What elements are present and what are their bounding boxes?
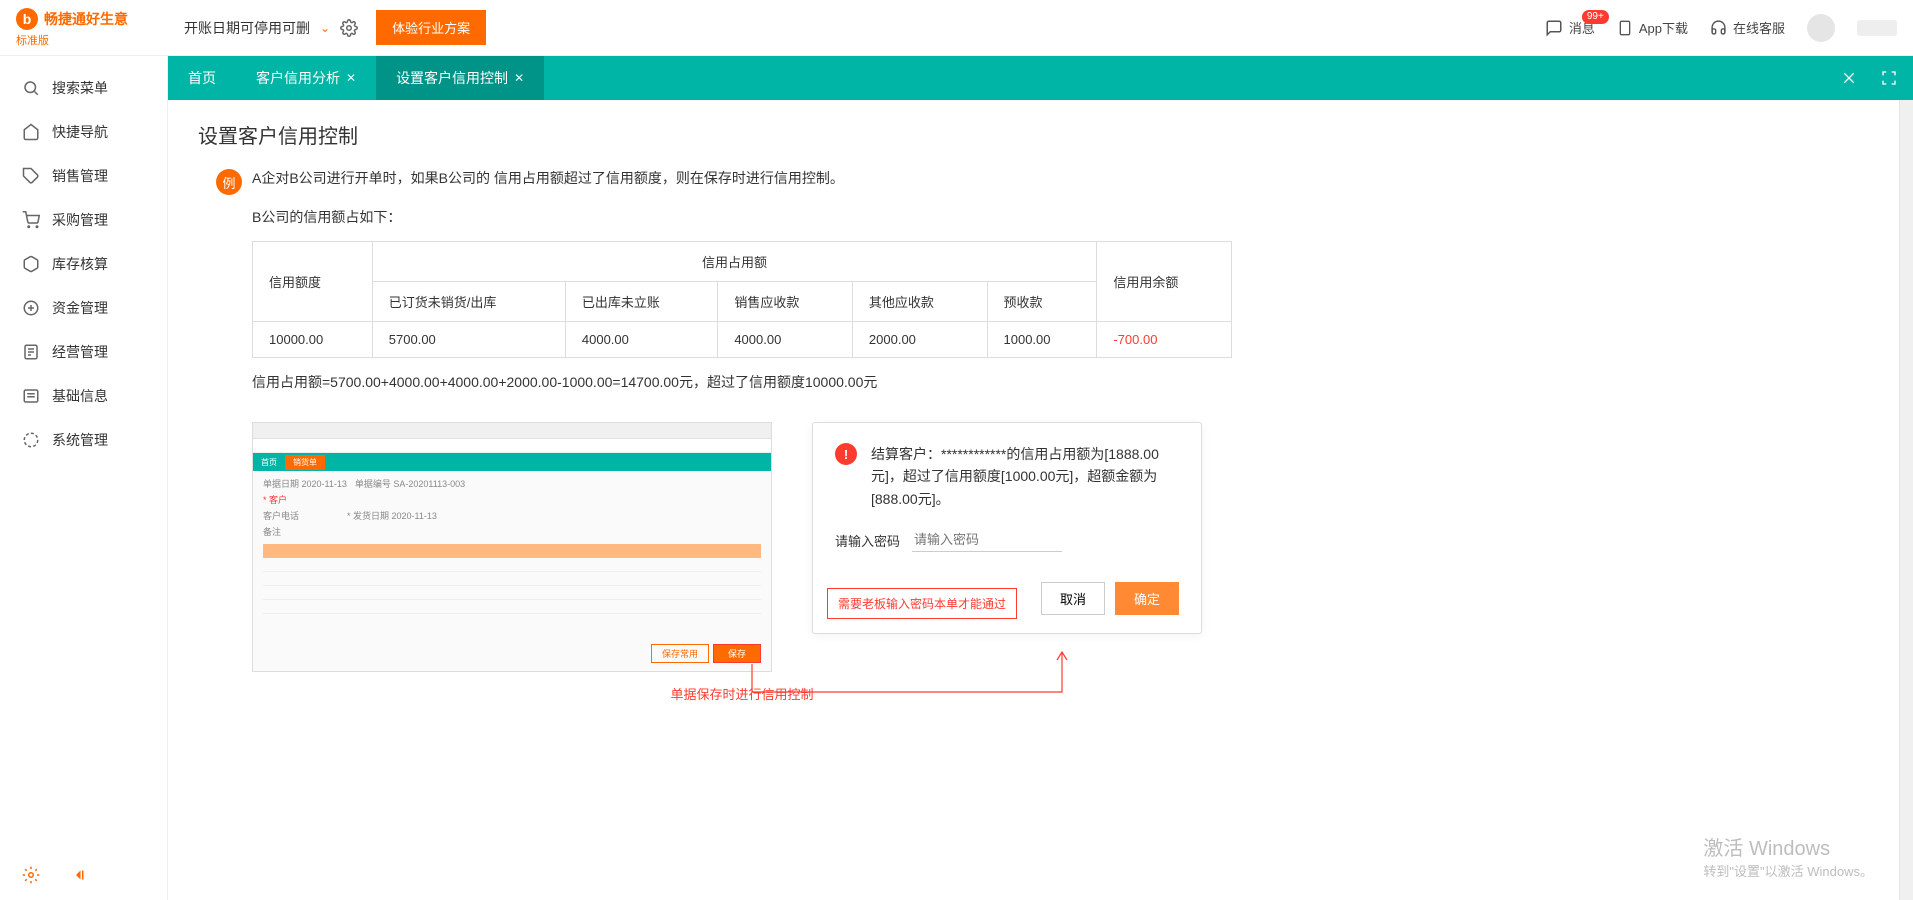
brand-name: 畅捷通好生意 [44,9,128,29]
cancel-button[interactable]: 取消 [1041,582,1105,615]
sidebar-item-inventory[interactable]: 库存核算 [0,242,167,286]
fullscreen-icon[interactable] [1873,62,1905,94]
credit-table: 信用额度 信用占用额 信用用余额 已订货未销货/出库 已出库未立账 销售应收款 … [252,241,1232,358]
account-period-dropdown[interactable]: 开账日期可停用可删 ⌄ [184,18,330,38]
messages-badge: 99+ [1582,10,1609,24]
content-area: 设置客户信用控制 例 A企对B公司进行开单时，如果B公司的 信用占用额超过了信用… [168,100,1899,900]
dialog-note: 需要老板输入密码本单才能通过 [827,588,1017,619]
phone-icon [1617,20,1633,36]
col-credit-limit: 信用额度 [253,242,373,322]
headset-icon [1710,19,1727,36]
sidebar-item-system[interactable]: 系统管理 [0,418,167,462]
sidebar-item-funds[interactable]: 资金管理 [0,286,167,330]
sidebar-item-search[interactable]: 搜索菜单 [0,66,167,110]
close-icon[interactable]: ✕ [514,71,524,85]
arrow-caption: 单据保存时进行信用控制 [252,684,1232,703]
sidebar-item-purchase[interactable]: 采购管理 [0,198,167,242]
tab-home[interactable]: 首页 [168,56,236,100]
close-icon[interactable]: ✕ [346,71,356,85]
search-icon [22,79,40,97]
credit-warning-dialog: ! 结算客户：************的信用占用额为[1888.00元]，超过了… [812,422,1202,634]
example-badge-icon: 例 [216,169,242,195]
doc-icon [22,343,40,361]
example-subtitle: B公司的信用额占如下： [252,207,1851,227]
sidebar-item-quicknav[interactable]: 快捷导航 [0,110,167,154]
cart-icon [22,211,40,229]
settings-icon[interactable] [22,866,40,884]
confirm-button[interactable]: 确定 [1115,582,1179,615]
sidebar: 搜索菜单 快捷导航 销售管理 采购管理 库存核算 资金管理 经营管理 基础信息 … [0,56,168,900]
home-icon [22,123,40,141]
brand-edition: 标准版 [16,32,49,48]
info-icon [22,387,40,405]
app-download-button[interactable]: App下载 [1617,18,1688,37]
close-all-tabs-icon[interactable] [1833,62,1865,94]
sidebar-item-sales[interactable]: 销售管理 [0,154,167,198]
messages-button[interactable]: 消息 99+ [1545,18,1595,37]
tab-credit-control-settings[interactable]: 设置客户信用控制✕ [376,56,544,100]
dialog-message: 结算客户：************的信用占用额为[1888.00元]，超过了信用… [871,443,1179,510]
scrollbar[interactable] [1899,100,1913,900]
topbar: b 畅捷通好生意 标准版 开账日期可停用可删 ⌄ 体验行业方案 消息 99+ A… [0,0,1913,56]
user-avatar[interactable] [1807,14,1835,42]
screenshot-illustration: 首页销货单 单据日期 2020-11-13单据编号 SA-20201113-00… [252,422,772,672]
brand-logo: b 畅捷通好生意 标准版 [16,8,168,48]
arrow-illustration [752,652,1072,712]
formula-text: 信用占用额=5700.00+4000.00+4000.00+2000.00-10… [252,372,1851,392]
try-industry-button[interactable]: 体验行业方案 [376,10,486,45]
col-group-occupied: 信用占用额 [372,242,1097,282]
brand-icon: b [16,8,38,30]
page-title: 设置客户信用控制 [198,120,1869,149]
error-icon: ! [835,443,857,465]
table-row: 10000.00 5700.00 4000.00 4000.00 2000.00… [253,322,1232,358]
password-input[interactable] [912,528,1062,552]
tabbar: 首页 客户信用分析✕ 设置客户信用控制✕ [168,56,1913,100]
tab-credit-analysis[interactable]: 客户信用分析✕ [236,56,376,100]
password-label: 请输入密码 [835,531,900,550]
sidebar-item-basicinfo[interactable]: 基础信息 [0,374,167,418]
user-name-placeholder [1857,20,1897,36]
collapse-sidebar-icon[interactable] [70,866,88,884]
coin-icon [22,299,40,317]
chevron-down-icon: ⌄ [320,21,330,35]
chat-icon [1545,19,1563,37]
tag-icon [22,167,40,185]
sidebar-item-operations[interactable]: 经营管理 [0,330,167,374]
col-balance: 信用用余额 [1097,242,1232,322]
sys-icon [22,431,40,449]
example-text: A企对B公司进行开单时，如果B公司的 信用占用额超过了信用额度，则在保存时进行信… [252,167,844,189]
support-button[interactable]: 在线客服 [1710,18,1785,37]
gear-icon[interactable] [340,19,358,37]
box-icon [22,255,40,273]
